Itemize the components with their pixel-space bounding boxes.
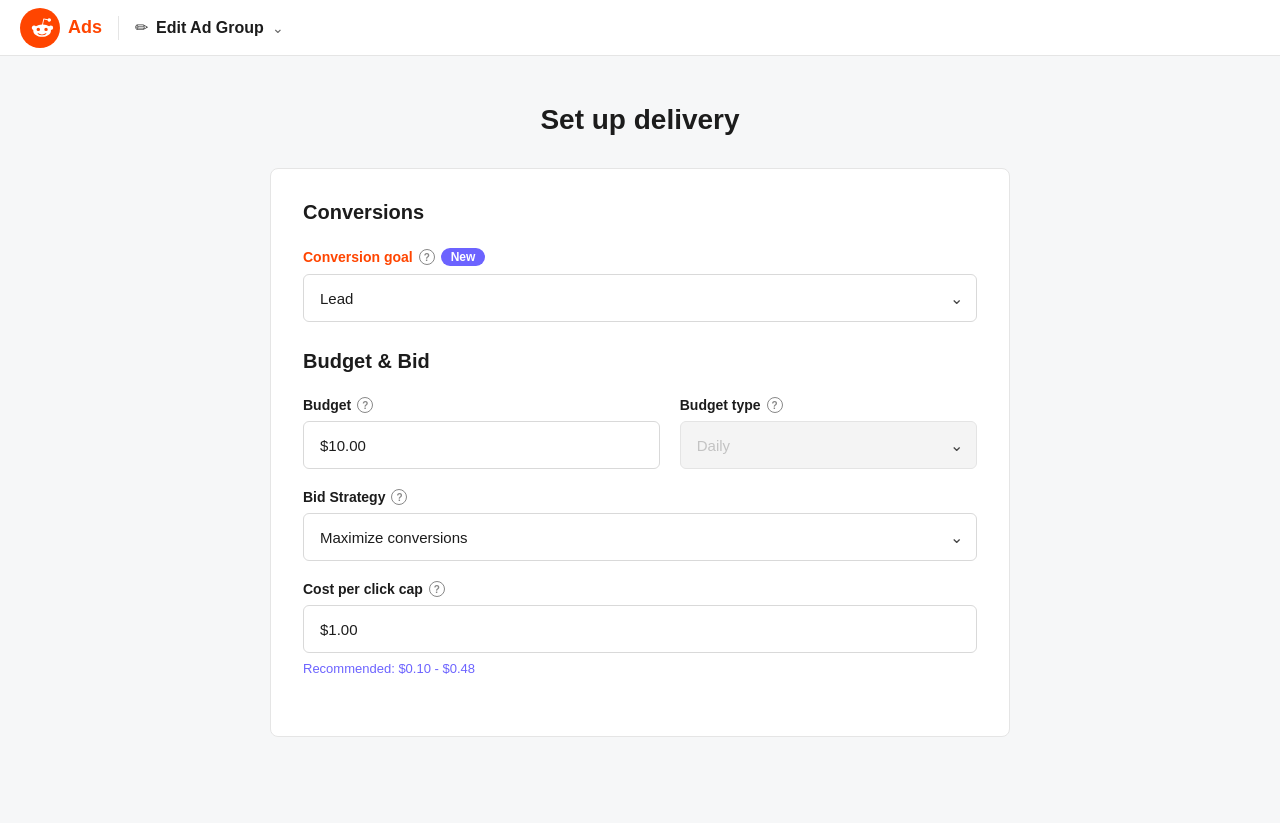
cost-hint: Recommended: $0.10 - $0.48	[303, 661, 977, 676]
budget-bid-section: Budget & Bid Budget ? Budget type ?	[303, 350, 977, 676]
bid-strategy-select[interactable]: Maximize conversions Target CPA Manual C…	[303, 513, 977, 561]
budget-row: Budget ? Budget type ? Daily Lifetime	[303, 397, 977, 469]
bid-strategy-select-wrapper: Maximize conversions Target CPA Manual C…	[303, 513, 977, 561]
ads-label: Ads	[68, 17, 102, 38]
header-divider	[118, 16, 119, 40]
budget-type-label: Budget type ?	[680, 397, 977, 413]
budget-type-help-icon[interactable]: ?	[767, 397, 783, 413]
breadcrumb-chevron-icon: ⌄	[272, 20, 284, 36]
bid-strategy-field: Bid Strategy ? Maximize conversions Targ…	[303, 489, 977, 561]
budget-type-select[interactable]: Daily Lifetime	[680, 421, 977, 469]
conversion-goal-select[interactable]: Lead Purchase Sign Up Page View	[303, 274, 977, 322]
cost-per-click-label: Cost per click cap ?	[303, 581, 977, 597]
delivery-card: Conversions Conversion goal ? New Lead P…	[270, 168, 1010, 737]
logo-container: Ads	[20, 8, 102, 48]
bid-strategy-help-icon[interactable]: ?	[391, 489, 407, 505]
cost-per-click-field: Cost per click cap ? Recommended: $0.10 …	[303, 581, 977, 676]
cost-per-click-input[interactable]	[303, 605, 977, 653]
bid-strategy-label: Bid Strategy ?	[303, 489, 977, 505]
conversion-goal-field: Conversion goal ? New Lead Purchase Sign…	[303, 248, 977, 322]
breadcrumb-title: Edit Ad Group	[156, 19, 264, 37]
conversion-goal-select-wrapper: Lead Purchase Sign Up Page View ⌄	[303, 274, 977, 322]
conversion-goal-help-icon[interactable]: ?	[419, 249, 435, 265]
new-badge: New	[441, 248, 486, 266]
budget-help-icon[interactable]: ?	[357, 397, 373, 413]
cost-per-click-help-icon[interactable]: ?	[429, 581, 445, 597]
page-title: Set up delivery	[540, 104, 739, 136]
conversions-title: Conversions	[303, 201, 977, 224]
budget-label: Budget ?	[303, 397, 660, 413]
header: Ads ✏ Edit Ad Group ⌄	[0, 0, 1280, 56]
main-content: Set up delivery Conversions Conversion g…	[0, 56, 1280, 785]
budget-bid-title: Budget & Bid	[303, 350, 977, 373]
conversion-goal-label: Conversion goal ? New	[303, 248, 977, 266]
pencil-icon: ✏	[135, 18, 148, 37]
conversions-section: Conversions Conversion goal ? New Lead P…	[303, 201, 977, 322]
budget-type-select-wrapper: Daily Lifetime ⌄	[680, 421, 977, 469]
edit-breadcrumb[interactable]: ✏ Edit Ad Group ⌄	[135, 18, 284, 37]
reddit-logo-icon	[20, 8, 60, 48]
budget-type-field: Budget type ? Daily Lifetime ⌄	[680, 397, 977, 469]
budget-input[interactable]	[303, 421, 660, 469]
budget-field: Budget ?	[303, 397, 660, 469]
